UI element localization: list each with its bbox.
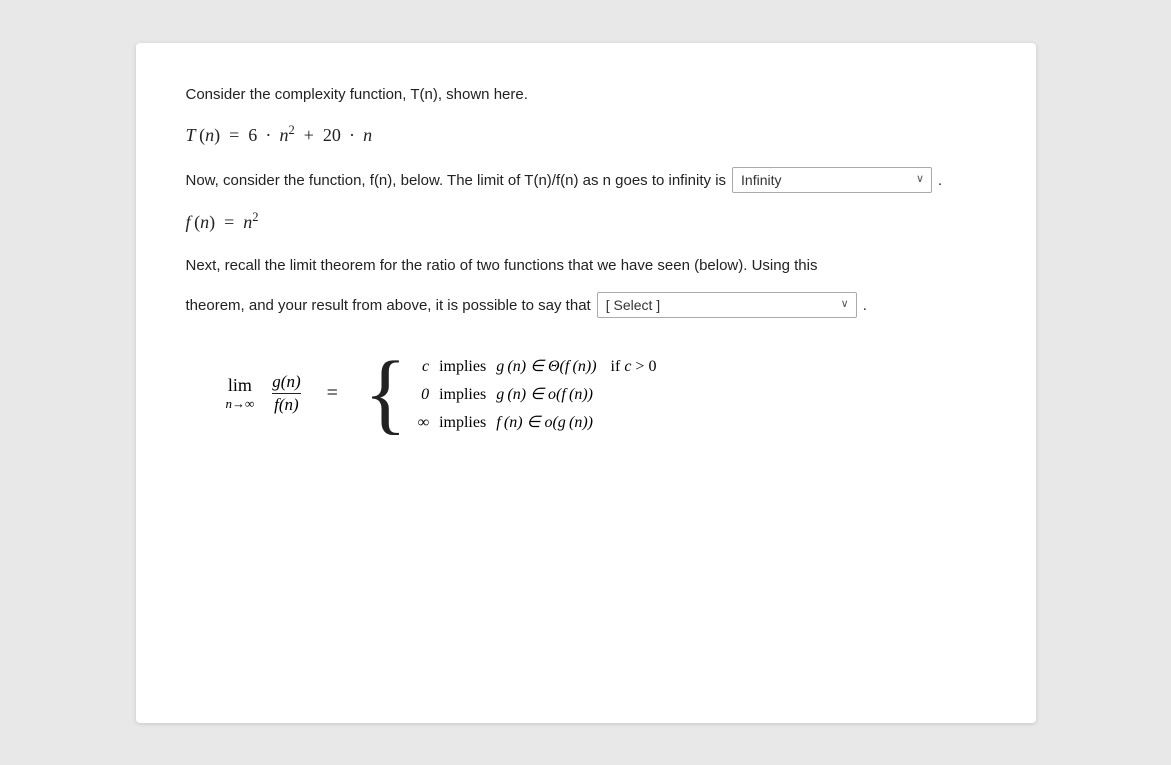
fraction-denominator: f(n): [274, 394, 299, 415]
lim-label: lim: [228, 375, 252, 396]
tn-formula: T (n) = 6 · n2 + 20 · n: [186, 121, 986, 149]
theorem-row-2: theorem, and your result from above, it …: [186, 292, 986, 319]
fn-intro-row: Now, consider the function, f(n), below.…: [186, 167, 986, 194]
case-implies-c: implies: [439, 358, 486, 376]
case-val-c: c: [413, 358, 429, 376]
case-conclusion-inf: f (n) ∈ o(g (n)): [496, 412, 593, 432]
case-conclusion-c: g (n) ∈ Θ(f (n)): [496, 356, 596, 376]
limit-value-dropdown[interactable]: Infinity 0 6 Other: [732, 167, 932, 193]
case-implies-0: implies: [439, 386, 486, 404]
cases-system: { c implies g (n) ∈ Θ(f (n)) if c > 0 0 …: [364, 349, 657, 439]
fn-formula-text: f (n) = n2: [186, 212, 259, 232]
case-val-0: 0: [413, 386, 429, 404]
limit-theorem-block: lim n→∞ g(n) f(n) = { c implies g (n) ∈ …: [226, 349, 986, 439]
lim-subscript: n→∞: [226, 396, 255, 412]
left-brace-icon: {: [364, 349, 407, 439]
fn-formula: f (n) = n2: [186, 208, 986, 236]
period-1: .: [938, 167, 942, 194]
lim-notation: lim n→∞: [226, 375, 255, 412]
conclusion-dropdown[interactable]: [ Select ] T(n) ∈ Θ(f(n)) T(n) ∈ o(f(n))…: [597, 292, 857, 318]
limit-value-select-wrapper: Infinity 0 6 Other ∨: [732, 167, 932, 194]
period-2: .: [863, 292, 867, 319]
main-card: Consider the complexity function, T(n), …: [136, 43, 1036, 723]
case-implies-inf: implies: [439, 414, 486, 432]
conclusion-select-wrapper: [ Select ] T(n) ∈ Θ(f(n)) T(n) ∈ o(f(n))…: [597, 292, 857, 319]
case-row-c: c implies g (n) ∈ Θ(f (n)) if c > 0: [413, 356, 656, 376]
theorem-text-2: theorem, and your result from above, it …: [186, 292, 591, 319]
case-val-inf: ∞: [413, 414, 429, 432]
tn-formula-text: T (n) = 6 · n2 + 20 · n: [186, 125, 373, 145]
fraction-numerator: g(n): [272, 372, 300, 394]
cases-list: c implies g (n) ∈ Θ(f (n)) if c > 0 0 im…: [413, 356, 656, 432]
case-row-0: 0 implies g (n) ∈ o(f (n)): [413, 384, 656, 404]
intro-text: Consider the complexity function, T(n), …: [186, 83, 986, 107]
equals-sign: =: [319, 382, 346, 405]
case-condition-c: if c > 0: [607, 358, 657, 376]
limit-fraction: g(n) f(n): [272, 372, 300, 415]
case-row-inf: ∞ implies f (n) ∈ o(g (n)): [413, 412, 656, 432]
fn-intro-text: Now, consider the function, f(n), below.…: [186, 167, 727, 194]
theorem-text-1: Next, recall the limit theorem for the r…: [186, 254, 986, 278]
case-conclusion-0: g (n) ∈ o(f (n)): [496, 384, 593, 404]
